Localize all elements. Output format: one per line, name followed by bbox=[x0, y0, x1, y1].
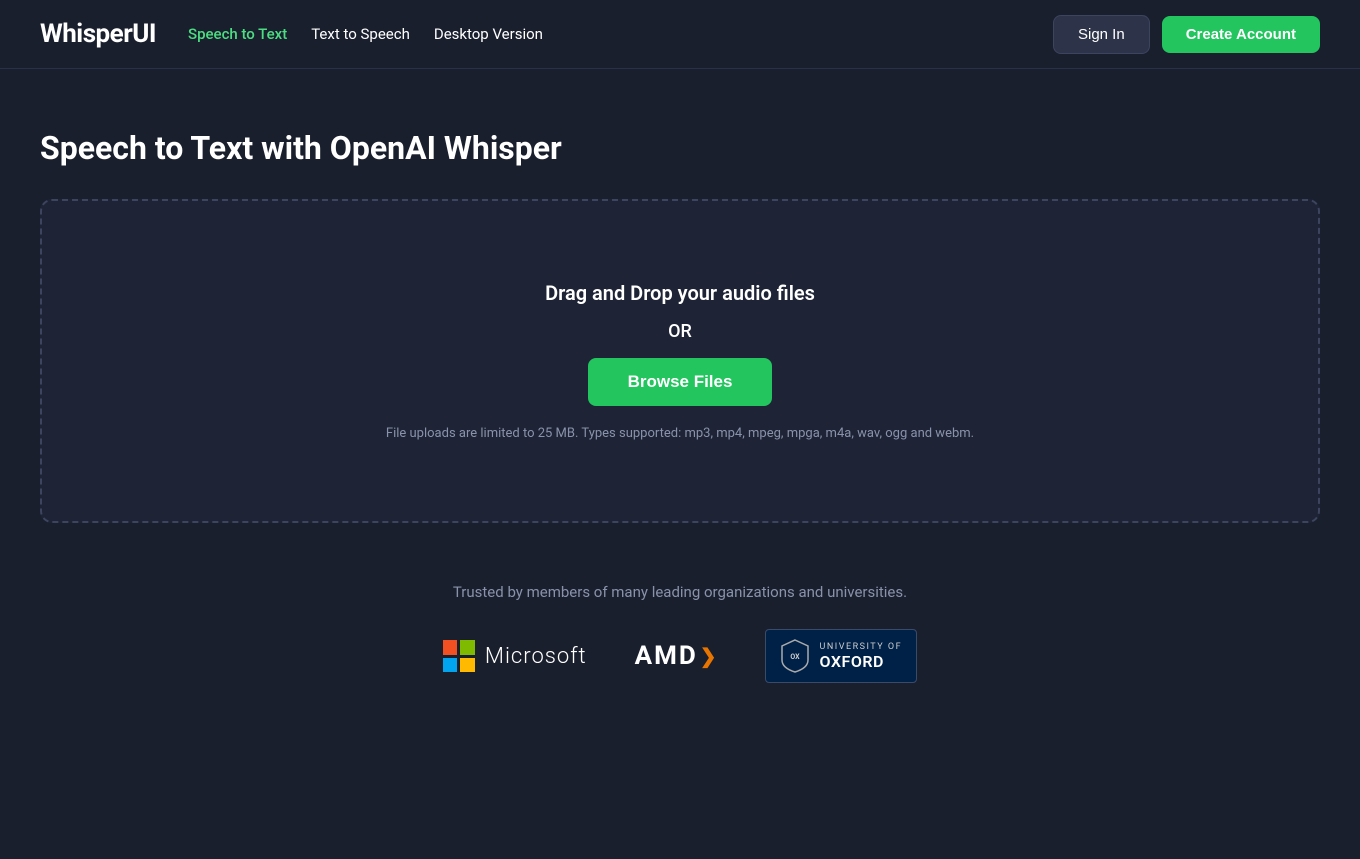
microsoft-grid-icon bbox=[443, 640, 475, 672]
svg-text:OX: OX bbox=[790, 653, 800, 661]
header-left: WhisperUI Speech to Text Text to Speech … bbox=[40, 19, 543, 49]
microsoft-text: Microsoft bbox=[485, 644, 587, 669]
nav-desktop-version[interactable]: Desktop Version bbox=[434, 25, 543, 43]
page-title: Speech to Text with OpenAI Whisper bbox=[40, 129, 1320, 167]
nav-text-to-speech[interactable]: Text to Speech bbox=[311, 25, 410, 43]
oxford-university-label: UNIVERSITY OF bbox=[820, 642, 903, 652]
trust-section: Trusted by members of many leading organ… bbox=[40, 583, 1320, 683]
file-info-text: File uploads are limited to 25 MB. Types… bbox=[386, 426, 974, 441]
signin-button[interactable]: Sign In bbox=[1053, 15, 1150, 54]
ms-yellow-square bbox=[460, 658, 475, 673]
oxford-name-label: OXFORD bbox=[820, 652, 884, 671]
app-logo: WhisperUI bbox=[40, 19, 156, 49]
or-text: OR bbox=[668, 321, 692, 342]
microsoft-logo: Microsoft bbox=[443, 640, 587, 672]
amd-logo: AMD ❯ bbox=[635, 641, 717, 671]
browse-files-button[interactable]: Browse Files bbox=[588, 358, 773, 406]
nav-speech-to-text[interactable]: Speech to Text bbox=[188, 25, 287, 43]
oxford-shield-icon: OX bbox=[780, 638, 810, 674]
drag-drop-text: Drag and Drop your audio files bbox=[545, 281, 815, 305]
oxford-logo: OX UNIVERSITY OF OXFORD bbox=[765, 629, 918, 683]
trust-text: Trusted by members of many leading organ… bbox=[40, 583, 1320, 601]
amd-text: AMD bbox=[635, 641, 698, 671]
create-account-button[interactable]: Create Account bbox=[1162, 16, 1320, 53]
main-nav: Speech to Text Text to Speech Desktop Ve… bbox=[188, 25, 543, 43]
header: WhisperUI Speech to Text Text to Speech … bbox=[0, 0, 1360, 68]
amd-arrow-icon: ❯ bbox=[700, 644, 717, 668]
main-content: Speech to Text with OpenAI Whisper Drag … bbox=[0, 69, 1360, 723]
logos-row: Microsoft AMD ❯ OX UNIVERSITY OF OXFORD bbox=[40, 629, 1320, 683]
ms-blue-square bbox=[443, 658, 458, 673]
header-right: Sign In Create Account bbox=[1053, 15, 1320, 54]
oxford-text-block: UNIVERSITY OF OXFORD bbox=[820, 642, 903, 671]
ms-red-square bbox=[443, 640, 458, 655]
drop-zone[interactable]: Drag and Drop your audio files OR Browse… bbox=[40, 199, 1320, 523]
ms-green-square bbox=[460, 640, 475, 655]
